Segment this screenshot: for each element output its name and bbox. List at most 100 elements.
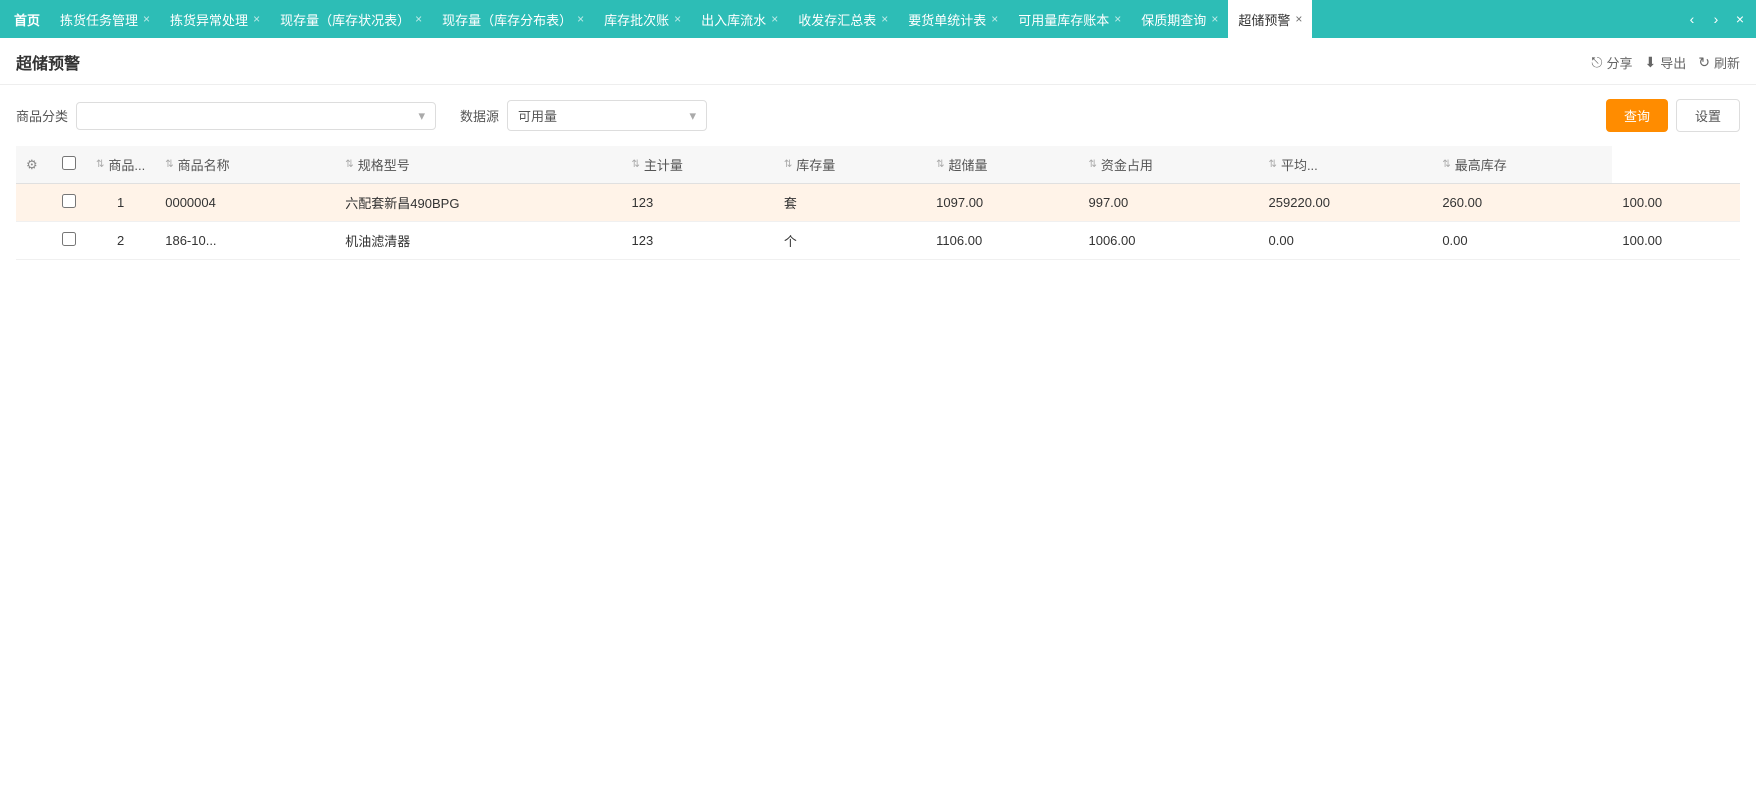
row-spec: 123 — [622, 184, 774, 222]
table-container: ⚙ ⇅ 商品... ⇅ 商品名称 — [0, 146, 1756, 260]
nav-label: 拣货异常处理 — [170, 10, 248, 29]
nav-label: 收发存汇总表 — [798, 10, 876, 29]
row-overstock: 1006.00 — [1078, 222, 1258, 260]
refresh-button[interactable]: ↻ 刷新 — [1698, 53, 1740, 72]
row-gear-cell — [16, 222, 52, 260]
th-label: 平均... — [1281, 155, 1318, 174]
sort-icon[interactable]: ⇅ — [345, 159, 353, 170]
close-icon[interactable]: × — [577, 12, 584, 26]
th-label: 主计量 — [644, 155, 683, 174]
top-navigation: 首页 拣货任务管理 × 拣货异常处理 × 现存量（库存状况表） × 现存量（库存… — [0, 0, 1756, 38]
share-icon: ⎋ — [1591, 54, 1602, 71]
nav-label: 可用量库存账本 — [1018, 10, 1109, 29]
gear-icon[interactable]: ⚙ — [26, 157, 38, 172]
nav-item-order-stats[interactable]: 要货单统计表 × — [898, 0, 1008, 38]
close-icon[interactable]: × — [253, 12, 260, 26]
nav-item-stock-status[interactable]: 现存量（库存状况表） × — [270, 0, 432, 38]
filter-bar: 商品分类 ▾ 数据源 可用量 ▾ 查询 设置 — [0, 85, 1756, 146]
row-gear-cell — [16, 184, 52, 222]
th-capital: ⇅ 资金占用 — [1078, 146, 1258, 184]
nav-label: 拣货任务管理 — [60, 10, 138, 29]
sort-icon[interactable]: ⇅ — [784, 159, 792, 170]
datasource-filter: 数据源 可用量 ▾ — [460, 100, 707, 131]
sort-icon[interactable]: ⇅ — [1269, 159, 1277, 170]
sort-icon[interactable]: ⇅ — [96, 159, 104, 170]
nav-label: 超储预警 — [1238, 10, 1290, 29]
row-number: 1 — [86, 184, 155, 222]
settings-button[interactable]: 设置 — [1676, 99, 1740, 132]
nav-label: 现存量（库存分布表） — [442, 10, 572, 29]
data-table: ⚙ ⇅ 商品... ⇅ 商品名称 — [16, 146, 1740, 260]
table-row: 2 186-10... 机油滤清器 123 个 1106.00 1006.00 … — [16, 222, 1740, 260]
th-label: 规格型号 — [358, 155, 410, 174]
row-checkbox[interactable] — [62, 194, 76, 208]
page-container: 超储预警 ⎋ 分享 ⬇ 导出 ↻ 刷新 商品分类 ▾ 数据源 — [0, 38, 1756, 800]
nav-item-home[interactable]: 首页 — [4, 0, 50, 38]
nav-item-inout-flow[interactable]: 出入库流水 × — [691, 0, 788, 38]
row-product-name: 机油滤清器 — [335, 222, 621, 260]
row-checkbox-cell — [52, 222, 86, 260]
close-icon[interactable]: × — [1295, 12, 1302, 26]
th-avg: ⇅ 平均... — [1259, 146, 1433, 184]
nav-item-overstock-warning[interactable]: 超储预警 × — [1228, 0, 1312, 38]
th-overstock: ⇅ 超储量 — [926, 146, 1078, 184]
th-product-code: ⇅ 商品... — [86, 146, 155, 184]
close-icon[interactable]: × — [415, 12, 422, 26]
row-stock: 1106.00 — [926, 222, 1078, 260]
close-icon[interactable]: × — [991, 12, 998, 26]
th-label: 商品... — [108, 155, 145, 174]
nav-prev-button[interactable]: ‹ — [1680, 0, 1704, 38]
close-icon[interactable]: × — [771, 12, 778, 26]
select-all-checkbox[interactable] — [62, 156, 76, 170]
sort-icon[interactable]: ⇅ — [165, 159, 173, 170]
row-stock: 1097.00 — [926, 184, 1078, 222]
export-button[interactable]: ⬇ 导出 — [1645, 53, 1687, 72]
th-label: 库存量 — [796, 155, 835, 174]
table-row: 1 0000004 六配套新昌490BPG 123 套 1097.00 997.… — [16, 184, 1740, 222]
page-header: 超储预警 ⎋ 分享 ⬇ 导出 ↻ 刷新 — [0, 38, 1756, 85]
th-checkbox — [52, 146, 86, 184]
nav-item-available-stock[interactable]: 可用量库存账本 × — [1008, 0, 1131, 38]
nav-item-collect-summary[interactable]: 收发存汇总表 × — [788, 0, 898, 38]
nav-item-tanhuo-exception[interactable]: 拣货异常处理 × — [160, 0, 270, 38]
query-button[interactable]: 查询 — [1606, 99, 1668, 132]
refresh-icon: ↻ — [1698, 54, 1710, 71]
page-title: 超储预警 — [16, 50, 80, 74]
nav-arrows: ‹ › × — [1680, 0, 1752, 38]
export-icon: ⬇ — [1645, 54, 1657, 71]
th-label: 资金占用 — [1101, 155, 1153, 174]
close-icon[interactable]: × — [881, 12, 888, 26]
share-button[interactable]: ⎋ 分享 — [1591, 53, 1632, 72]
nav-next-button[interactable]: › — [1704, 0, 1728, 38]
close-icon[interactable]: × — [143, 12, 150, 26]
export-label: 导出 — [1660, 53, 1686, 72]
sort-icon[interactable]: ⇅ — [1442, 159, 1450, 170]
nav-item-stock-batch[interactable]: 库存批次账 × — [594, 0, 691, 38]
sort-icon[interactable]: ⇅ — [1088, 159, 1096, 170]
nav-item-tanhuo-task[interactable]: 拣货任务管理 × — [50, 0, 160, 38]
row-checkbox-cell — [52, 184, 86, 222]
nav-label: 要货单统计表 — [908, 10, 986, 29]
sort-icon[interactable]: ⇅ — [632, 159, 640, 170]
row-avg: 260.00 — [1432, 184, 1612, 222]
row-product-code: 186-10... — [155, 222, 335, 260]
nav-more-button[interactable]: × — [1728, 0, 1752, 38]
filter-actions: 查询 设置 — [1606, 99, 1740, 132]
close-icon[interactable]: × — [1211, 12, 1218, 26]
row-checkbox[interactable] — [62, 232, 76, 246]
chevron-down-icon: ▾ — [418, 108, 425, 124]
row-number: 2 — [86, 222, 155, 260]
category-label: 商品分类 — [16, 106, 68, 125]
datasource-select[interactable]: 可用量 ▾ — [507, 100, 707, 131]
nav-item-quality-check[interactable]: 保质期查询 × — [1131, 0, 1228, 38]
close-icon[interactable]: × — [1114, 12, 1121, 26]
nav-item-stock-dist[interactable]: 现存量（库存分布表） × — [432, 0, 594, 38]
th-product-name: ⇅ 商品名称 — [155, 146, 335, 184]
category-select[interactable]: ▾ — [76, 102, 436, 130]
nav-label: 现存量（库存状况表） — [280, 10, 410, 29]
row-product-code: 0000004 — [155, 184, 335, 222]
th-spec: ⇅ 规格型号 — [335, 146, 621, 184]
sort-icon[interactable]: ⇅ — [936, 159, 944, 170]
row-overstock: 997.00 — [1078, 184, 1258, 222]
close-icon[interactable]: × — [674, 12, 681, 26]
